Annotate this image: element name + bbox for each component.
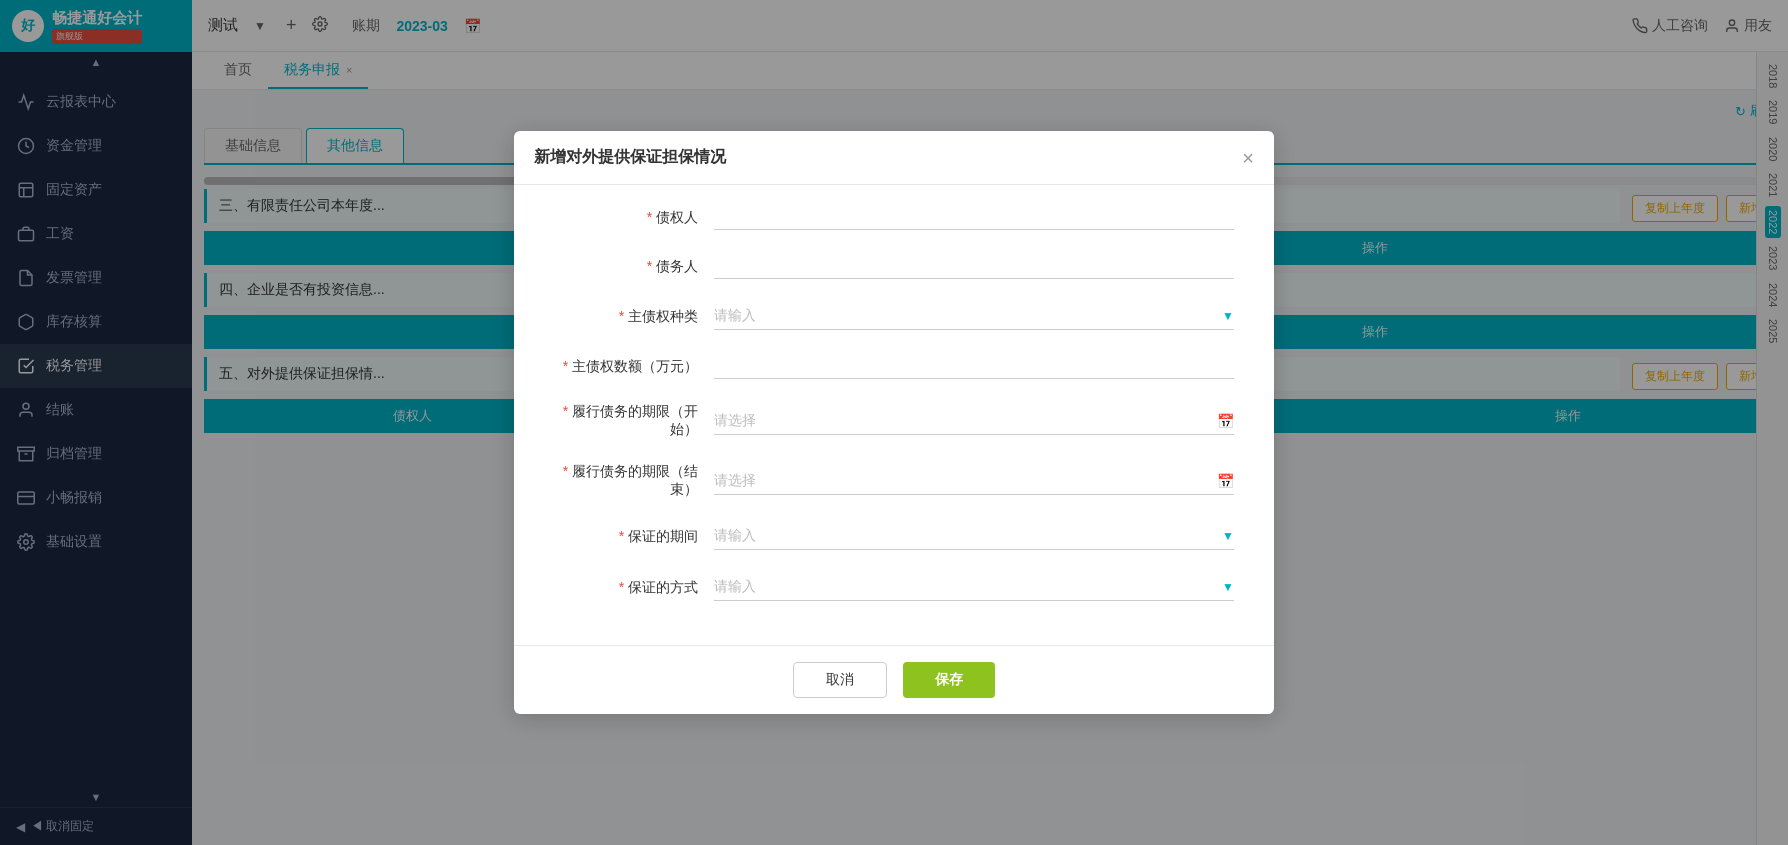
cancel-button[interactable]: 取消: [793, 662, 887, 698]
claim-amount-input[interactable]: [714, 354, 1234, 379]
period-end-datepicker[interactable]: 请选择 📅: [714, 468, 1234, 495]
required-star: *: [647, 258, 652, 274]
required-star: *: [647, 209, 652, 225]
period-end-calendar-icon: 📅: [1217, 473, 1234, 489]
claim-type-select[interactable]: 请输入 ▼: [714, 303, 1234, 330]
form-row-period-start: * 履行债务的期限（开始） 请选择 📅: [554, 403, 1234, 439]
required-star: *: [563, 403, 568, 419]
form-row-guarantee-method: * 保证的方式 请输入 ▼: [554, 574, 1234, 601]
guarantee-period-arrow-icon: ▼: [1222, 529, 1234, 543]
modal-body: * 债权人 * 债务人 * 主债权种类 请输入: [514, 185, 1274, 645]
claim-amount-label: * 主债权数额（万元）: [554, 358, 714, 376]
form-row-claim-amount: * 主债权数额（万元）: [554, 354, 1234, 379]
period-end-placeholder: 请选择: [714, 472, 756, 490]
creditor-input[interactable]: [714, 205, 1234, 230]
period-end-label: * 履行债务的期限（结束）: [554, 463, 714, 499]
modal-footer: 取消 保存: [514, 645, 1274, 714]
guarantee-period-select[interactable]: 请输入 ▼: [714, 523, 1234, 550]
modal-header: 新增对外提供保证担保情况 ×: [514, 131, 1274, 185]
guarantee-period-placeholder: 请输入: [714, 527, 756, 545]
period-start-placeholder: 请选择: [714, 412, 756, 430]
period-start-calendar-icon: 📅: [1217, 413, 1234, 429]
form-row-claim-type: * 主债权种类 请输入 ▼: [554, 303, 1234, 330]
guarantee-method-select[interactable]: 请输入 ▼: [714, 574, 1234, 601]
claim-type-placeholder: 请输入: [714, 307, 756, 325]
required-star: *: [619, 528, 624, 544]
form-row-creditor: * 债权人: [554, 205, 1234, 230]
modal-close-button[interactable]: ×: [1242, 148, 1254, 168]
form-row-guarantee-period: * 保证的期间 请输入 ▼: [554, 523, 1234, 550]
form-row-debtor: * 债务人: [554, 254, 1234, 279]
period-start-datepicker[interactable]: 请选择 📅: [714, 408, 1234, 435]
guarantee-method-arrow-icon: ▼: [1222, 580, 1234, 594]
debtor-input[interactable]: [714, 254, 1234, 279]
modal-overlay: 新增对外提供保证担保情况 × * 债权人 * 债务人: [0, 0, 1788, 845]
save-button[interactable]: 保存: [903, 662, 995, 698]
required-star: *: [563, 463, 568, 479]
period-start-label: * 履行债务的期限（开始）: [554, 403, 714, 439]
guarantee-method-placeholder: 请输入: [714, 578, 756, 596]
modal-title: 新增对外提供保证担保情况: [534, 147, 726, 168]
required-star: *: [619, 308, 624, 324]
claim-type-label: * 主债权种类: [554, 308, 714, 326]
debtor-label: * 债务人: [554, 258, 714, 276]
required-star: *: [619, 579, 624, 595]
required-star: *: [563, 358, 568, 374]
guarantee-period-label: * 保证的期间: [554, 528, 714, 546]
creditor-label: * 债权人: [554, 209, 714, 227]
guarantee-method-label: * 保证的方式: [554, 579, 714, 597]
form-row-period-end: * 履行债务的期限（结束） 请选择 📅: [554, 463, 1234, 499]
claim-type-arrow-icon: ▼: [1222, 309, 1234, 323]
modal-dialog: 新增对外提供保证担保情况 × * 债权人 * 债务人: [514, 131, 1274, 714]
